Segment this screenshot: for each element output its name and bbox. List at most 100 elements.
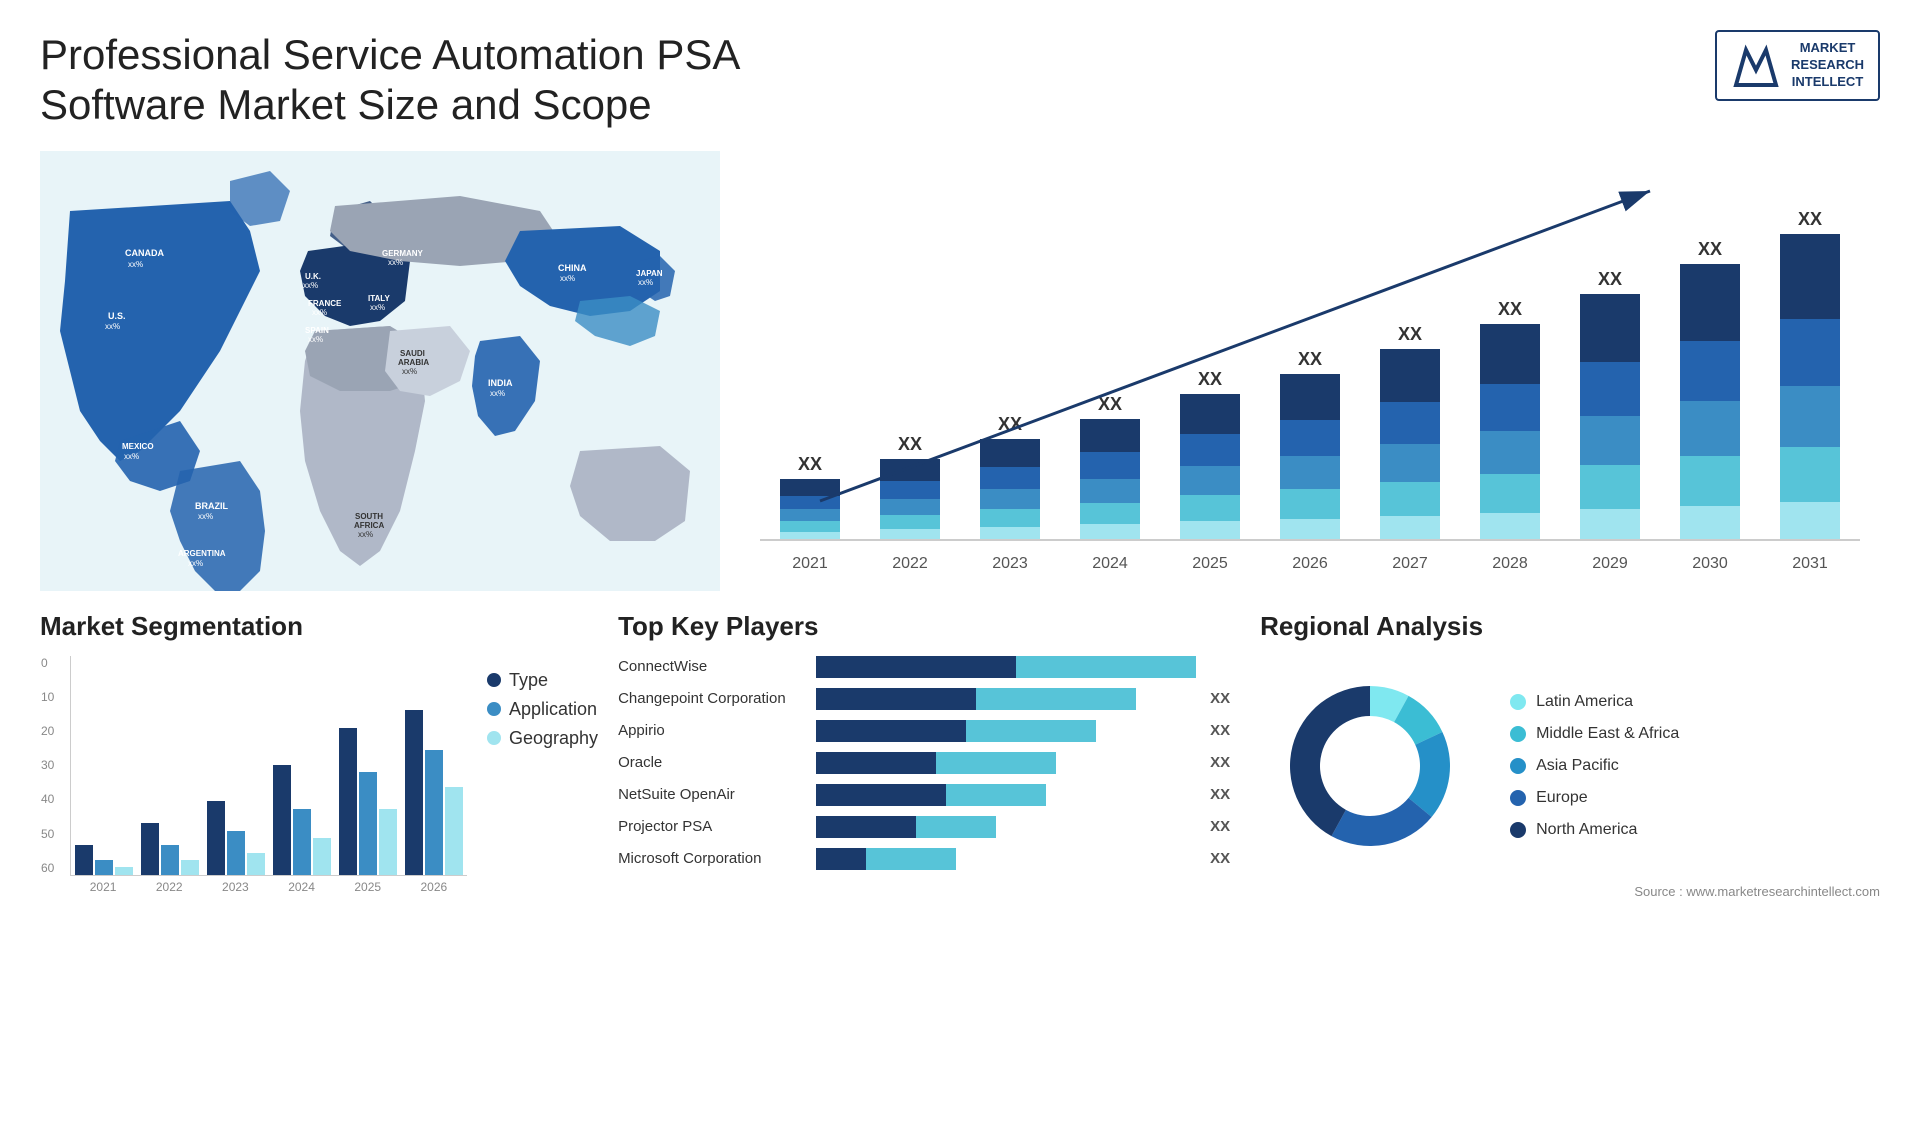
bar-top-label: XX [798,454,822,475]
legend-dot [487,731,501,745]
header: Professional Service Automation PSA Soft… [40,30,1880,131]
reg-legend-item: North America [1510,821,1679,839]
legend-dot [487,702,501,716]
reg-legend-dot [1510,758,1526,774]
bar-segment [1680,506,1740,539]
bar-year-label: 2031 [1792,555,1828,573]
bar-segment [1480,431,1540,474]
page-title: Professional Service Automation PSA Soft… [40,30,840,131]
bar-group: XX [1680,239,1740,539]
player-name: ConnectWise [618,658,808,675]
bar-chart-area: XXXXXXXXXXXXXXXXXXXXXX 20212022202320242… [760,161,1860,551]
bar-segment [1780,234,1840,319]
bar-segment [1680,264,1740,341]
reg-legend-dot [1510,822,1526,838]
seg-bar-app [359,772,377,875]
bar-top-label: XX [1298,349,1322,370]
bar-group: XX [1580,269,1640,539]
bar-segment [1380,482,1440,516]
seg-bar-group [405,710,463,875]
bar-segment [1480,324,1540,384]
svg-text:INDIA: INDIA [488,378,513,388]
svg-text:ARGENTINA: ARGENTINA [178,549,226,558]
seg-bar-app [161,845,179,874]
bar-segment [880,459,940,481]
player-bar-dark [816,816,916,838]
bar-stack [980,439,1040,539]
seg-bar-type [141,823,159,874]
player-bar-light [866,848,956,870]
svg-text:ITALY: ITALY [368,294,390,303]
svg-text:MEXICO: MEXICO [122,442,154,451]
bar-segment [1080,503,1140,525]
player-bar-light [976,688,1136,710]
bar-group: XX [1280,349,1340,539]
donut-segment [1290,686,1370,836]
bar-stack [1780,234,1840,539]
regional-legend: Latin AmericaMiddle East & AfricaAsia Pa… [1510,693,1679,839]
bottom-section: Market Segmentation 6050403020100 202120… [40,611,1880,1116]
bar-segment [1380,402,1440,444]
svg-text:AFRICA: AFRICA [354,521,384,530]
svg-text:CHINA: CHINA [558,263,587,273]
svg-text:BRAZIL: BRAZIL [195,501,228,511]
player-xx-label: XX [1210,818,1240,835]
svg-text:U.K.: U.K. [305,272,321,281]
svg-text:xx%: xx% [402,367,417,376]
segmentation-container: Market Segmentation 6050403020100 202120… [40,611,598,1116]
svg-text:xx%: xx% [490,389,505,398]
player-bar-dark [816,656,1016,678]
players-title: Top Key Players [618,611,1240,642]
world-map: CANADA xx% U.S. xx% MEXICO xx% BRAZIL xx… [40,151,720,591]
bar-year-label: 2025 [1192,555,1228,573]
seg-chart-area: 6050403020100 [70,656,467,876]
regional-title: Regional Analysis [1260,611,1880,642]
bar-segment [1380,444,1440,482]
bar-segment [1180,521,1240,538]
bar-segment [980,509,1040,527]
bar-stack [880,459,940,539]
seg-legend-item: Geography [487,728,598,749]
player-name: NetSuite OpenAir [618,786,808,803]
player-bar-light [916,816,996,838]
player-bars [816,656,1196,678]
reg-legend-item: Middle East & Africa [1510,725,1679,743]
player-row: Projector PSA XX [618,816,1240,838]
bar-stack [1480,324,1540,539]
reg-legend-item: Europe [1510,789,1679,807]
bars-wrapper: XXXXXXXXXXXXXXXXXXXXXX [760,161,1860,541]
bar-segment [1380,349,1440,402]
seg-legend-item: Application [487,699,598,720]
seg-y-axis: 6050403020100 [41,656,54,875]
svg-text:xx%: xx% [358,530,373,539]
svg-text:xx%: xx% [303,281,318,290]
legend-dot [487,673,501,687]
svg-text:xx%: xx% [128,260,143,269]
svg-text:xx%: xx% [312,308,327,317]
player-name: Appirio [618,722,808,739]
legend-label: Type [509,670,548,691]
player-bars [816,752,1196,774]
bar-top-label: XX [1398,324,1422,345]
player-bar-dark [816,848,866,870]
seg-bar-geo [247,853,265,875]
reg-legend-item: Asia Pacific [1510,757,1679,775]
bar-segment [1780,447,1840,502]
seg-bar-group [273,765,331,875]
bar-segment [880,515,940,529]
bar-stack [1380,349,1440,539]
bar-segment [1580,294,1640,363]
svg-text:SOUTH: SOUTH [355,512,383,521]
bar-segment [1580,465,1640,509]
bar-segment [1780,386,1840,447]
reg-legend-label: North America [1536,821,1637,839]
bar-segment [1780,502,1840,539]
seg-bar-geo [379,809,397,875]
seg-legend: Type Application Geography [487,670,598,749]
bar-segment [1080,524,1140,538]
player-name: Projector PSA [618,818,808,835]
seg-bar-group [207,801,265,874]
bar-segment [1580,509,1640,538]
bar-segment [1280,420,1340,456]
bar-segment [1180,466,1240,495]
